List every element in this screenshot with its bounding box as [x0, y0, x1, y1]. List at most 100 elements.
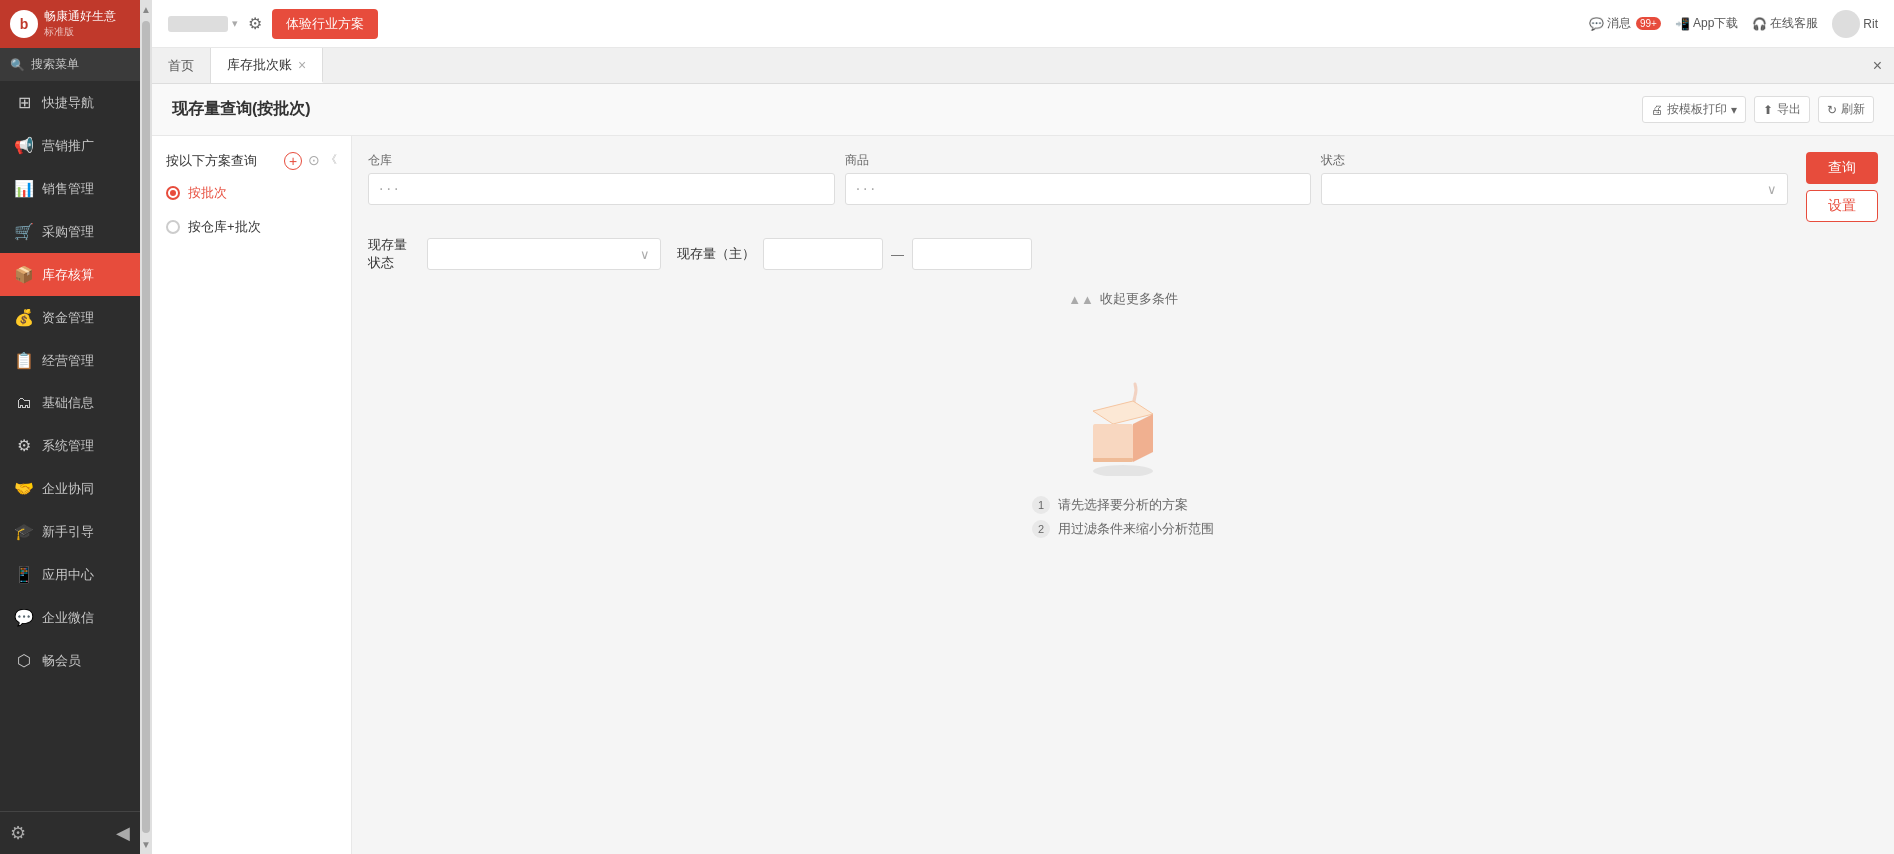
scroll-thumb[interactable]: [142, 21, 150, 833]
page-header: 现存量查询(按批次) 🖨 按模板打印 ▾ ⬆ 导出 ↻ 刷新: [152, 84, 1894, 136]
nav-label-member: 畅会员: [42, 652, 81, 670]
filter-radio-by-warehouse: [166, 220, 180, 234]
sidebar-item-purchase[interactable]: 🛒 采购管理: [0, 210, 140, 253]
nav-label-quick: 快捷导航: [42, 94, 94, 112]
sidebar-item-quick-nav[interactable]: ⊞ 快捷导航: [0, 81, 140, 124]
sidebar-item-finance[interactable]: 💰 资金管理: [0, 296, 140, 339]
hint-item-2: 2 用过滤条件来缩小分析范围: [1032, 520, 1214, 538]
app-logo: b: [10, 10, 38, 38]
product-input[interactable]: ···: [845, 173, 1312, 205]
settings-button[interactable]: 设置: [1806, 190, 1878, 222]
tab-home-label: 首页: [168, 57, 194, 75]
topbar-dropdown-text: [168, 16, 228, 32]
app-download-group[interactable]: 📲 App下载: [1675, 15, 1738, 32]
filter-header: 按以下方案查询 + ⊙ 《: [152, 146, 351, 176]
nav-icon-basics: 🗂: [14, 394, 34, 412]
sidebar-item-enterprise[interactable]: 🤝 企业协同: [0, 467, 140, 510]
collapse-conditions-button[interactable]: ▲▲ 收起更多条件: [368, 282, 1878, 316]
sidebar-item-sales[interactable]: 📊 销售管理: [0, 167, 140, 210]
status-field: 状态 ∨: [1321, 152, 1798, 205]
sidebar-item-inventory[interactable]: 📦 库存核算: [0, 253, 140, 296]
stock-status-select[interactable]: ∨: [427, 238, 661, 270]
query-button[interactable]: 查询: [1806, 152, 1878, 184]
sidebar: b 畅康通好生意 标准版 🔍 搜索菜单 ⊞ 快捷导航 📢 营销推广 📊 销售管理…: [0, 0, 140, 854]
warehouse-label: 仓库: [368, 152, 835, 169]
export-button[interactable]: ⬆ 导出: [1754, 96, 1810, 123]
trial-button[interactable]: 体验行业方案: [272, 9, 378, 39]
sidebar-item-basics[interactable]: 🗂 基础信息: [0, 382, 140, 424]
sidebar-item-member[interactable]: ⬡ 畅会员: [0, 639, 140, 682]
filter-collapse-icon[interactable]: 《: [326, 152, 337, 170]
filter-add-icon[interactable]: +: [284, 152, 302, 170]
user-avatar: [1832, 10, 1860, 38]
tab-home[interactable]: 首页: [152, 48, 211, 83]
print-icon: 🖨: [1651, 103, 1663, 117]
scroll-up-arrow[interactable]: ▲: [141, 0, 151, 19]
sidebar-item-apps[interactable]: 📱 应用中心: [0, 553, 140, 596]
stock-status-arrow: ∨: [640, 247, 650, 262]
nav-label-apps: 应用中心: [42, 566, 94, 584]
nav-label-purchase: 采购管理: [42, 223, 94, 241]
online-service-group[interactable]: 🎧 在线客服: [1752, 15, 1818, 32]
messages-group[interactable]: 💬 消息 99+: [1589, 15, 1661, 32]
nav-label-sales: 销售管理: [42, 180, 94, 198]
nav-label-basics: 基础信息: [42, 394, 94, 412]
online-service-label: 在线客服: [1770, 15, 1818, 32]
messages-badge: 99+: [1636, 17, 1661, 30]
qty-min-input[interactable]: [763, 238, 883, 270]
refresh-label: 刷新: [1841, 101, 1865, 118]
tab-inventory-batch[interactable]: 库存批次账 ×: [211, 48, 323, 83]
scroll-down-arrow[interactable]: ▼: [141, 835, 151, 854]
filter-settings-icon[interactable]: ⊙: [308, 152, 320, 170]
tab-close-icon[interactable]: ×: [298, 57, 306, 73]
service-icon: 🎧: [1752, 17, 1767, 31]
stock-status-field: 现存量状态 ∨: [368, 236, 661, 272]
search-icon: 🔍: [10, 58, 25, 72]
qty-max-input[interactable]: [912, 238, 1032, 270]
svg-point-4: [1093, 465, 1153, 476]
hint-num-2: 2: [1032, 520, 1050, 538]
app-download-label: App下载: [1693, 15, 1738, 32]
print-button[interactable]: 🖨 按模板打印 ▾: [1642, 96, 1746, 123]
app-name: 畅康通好生意: [44, 9, 116, 25]
sidebar-item-marketing[interactable]: 📢 营销推广: [0, 124, 140, 167]
product-label: 商品: [845, 152, 1312, 169]
status-input[interactable]: ∨: [1321, 173, 1788, 205]
panel-close-button[interactable]: ×: [1861, 57, 1894, 75]
topbar-gear-icon[interactable]: ⚙: [248, 14, 262, 33]
user-group[interactable]: Rit: [1832, 10, 1878, 38]
search-label: 搜索菜单: [31, 56, 79, 73]
settings-button[interactable]: ⚙: [10, 822, 26, 844]
svg-rect-1: [1093, 424, 1133, 462]
warehouse-field: 仓库 ···: [368, 152, 845, 205]
filter-item-by-batch[interactable]: 按批次: [152, 176, 351, 210]
nav-icon-sales: 📊: [14, 179, 34, 198]
sidebar-item-guide[interactable]: 🎓 新手引导: [0, 510, 140, 553]
filter-item-by-warehouse-batch[interactable]: 按仓库+批次: [152, 210, 351, 244]
nav-icon-system: ⚙: [14, 436, 34, 455]
filter-radio-by-batch: [166, 186, 180, 200]
message-icon: 💬: [1589, 17, 1604, 31]
qty-dash: —: [891, 247, 904, 262]
status-arrow: ∨: [1767, 182, 1777, 197]
user-name: Rit: [1863, 17, 1878, 31]
warehouse-input[interactable]: ···: [368, 173, 835, 205]
empty-illustration: [1063, 376, 1183, 476]
collapse-label: 收起更多条件: [1100, 290, 1178, 308]
topbar-actions: 💬 消息 99+ 📲 App下载 🎧 在线客服 Rit: [1589, 10, 1878, 38]
stock-qty-field: 现存量（主） —: [677, 238, 1032, 270]
nav-icon-enterprise: 🤝: [14, 479, 34, 498]
collapse-sidebar-button[interactable]: ◀: [116, 822, 130, 844]
sidebar-item-wechat[interactable]: 💬 企业微信: [0, 596, 140, 639]
refresh-button[interactable]: ↻ 刷新: [1818, 96, 1874, 123]
app-info: 畅康通好生意 标准版: [44, 9, 116, 39]
topbar-dropdown[interactable]: ▾: [168, 16, 238, 32]
nav-icon-member: ⬡: [14, 651, 34, 670]
sidebar-item-operations[interactable]: 📋 经营管理: [0, 339, 140, 382]
nav-label-finance: 资金管理: [42, 309, 94, 327]
search-menu[interactable]: 🔍 搜索菜单: [0, 48, 140, 81]
nav-icon-marketing: 📢: [14, 136, 34, 155]
sidebar-item-system[interactable]: ⚙ 系统管理: [0, 424, 140, 467]
query-area: 仓库 ··· 商品 ··· 状态 ∨: [352, 136, 1894, 854]
hint-text-1: 请先选择要分析的方案: [1058, 496, 1188, 514]
